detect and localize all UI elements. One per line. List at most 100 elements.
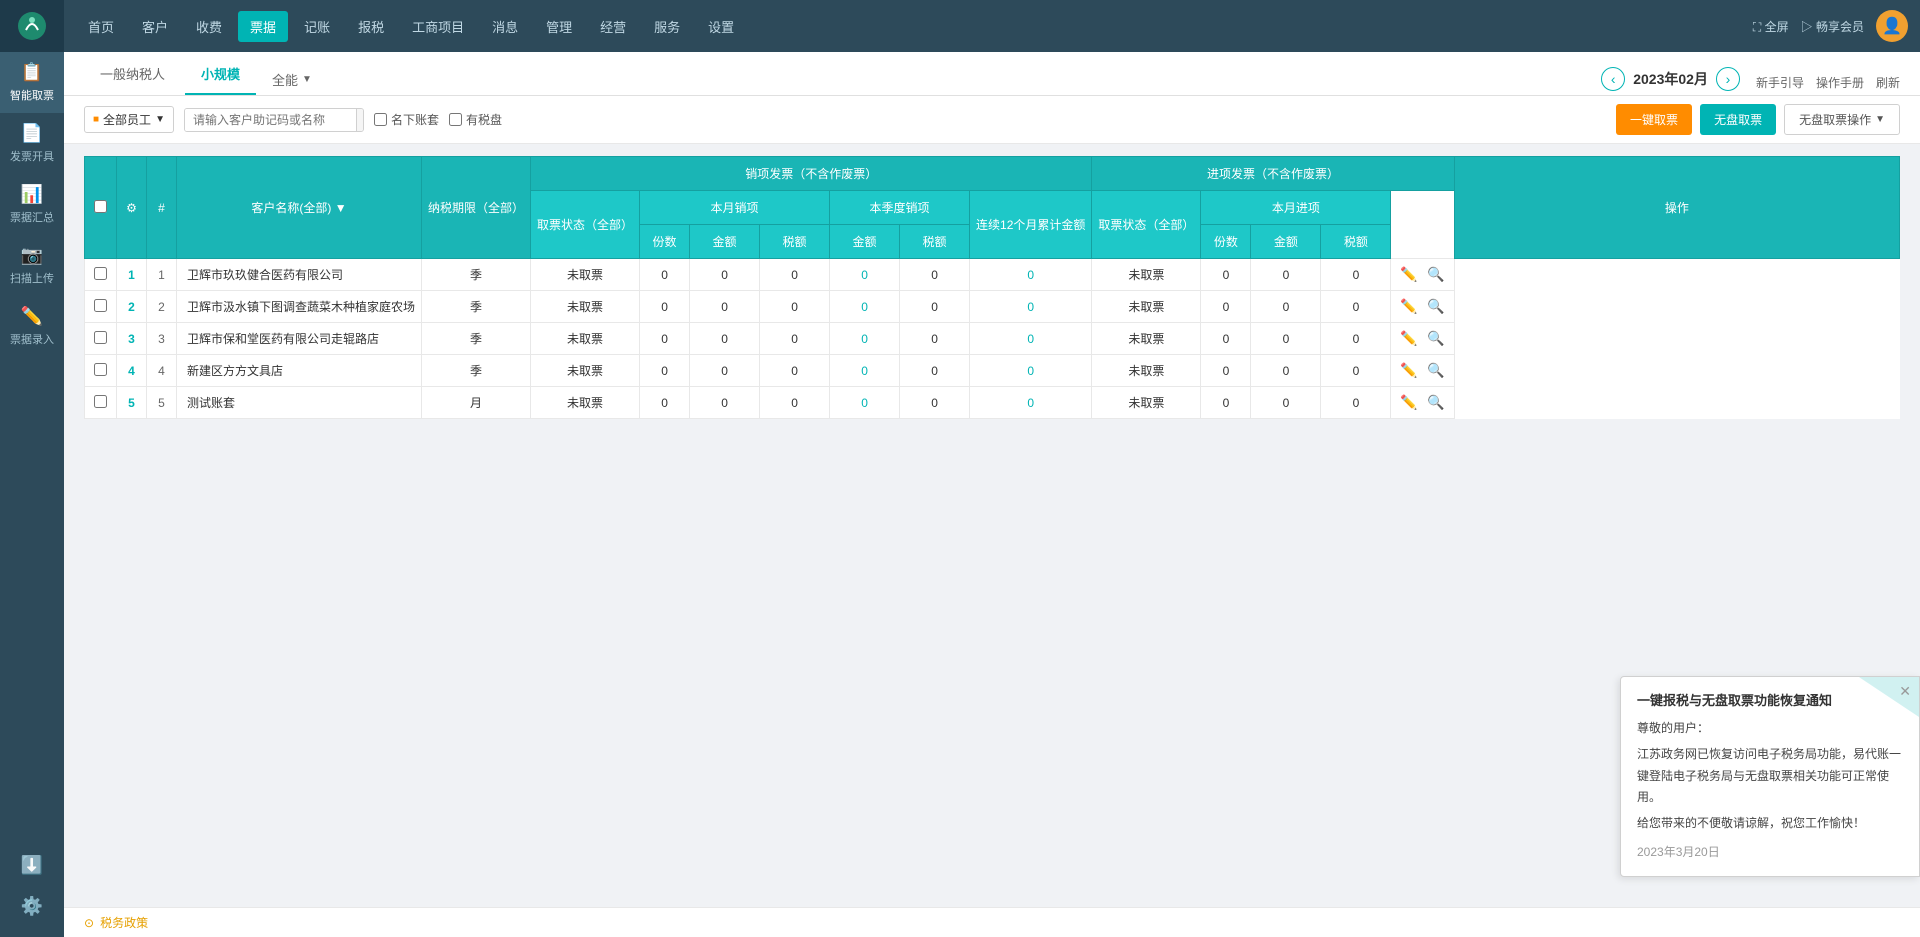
edit-icon[interactable]: ✏️ xyxy=(1400,362,1417,378)
select-all-checkbox[interactable] xyxy=(94,200,107,213)
sidebar-item-scan-upload[interactable]: 📷 扫描上传 xyxy=(0,235,64,296)
row-sales-month-count: 0 xyxy=(640,259,690,291)
row-sales-12m: 0 xyxy=(970,355,1092,387)
th-sales-m-amount: 金额 xyxy=(690,225,760,259)
sidebar-item-smart-ticket[interactable]: 📋 智能取票 xyxy=(0,52,64,113)
sidebar-item-settings[interactable]: ⚙️ xyxy=(0,886,64,927)
row-actions: ✏️ 🔍 xyxy=(1391,355,1454,387)
row-sales-status: 未取票 xyxy=(531,291,640,323)
row-checkbox[interactable] xyxy=(85,259,117,291)
notification-close-btn[interactable]: ✕ xyxy=(1899,683,1911,700)
toolbar: ■ 全部员工 ▼ 🔍 名下账套 有税盘 一键取票 无盘取票 无盘取票操作 xyxy=(64,96,1920,144)
sidebar-item-invoice-issue[interactable]: 📄 发票开具 xyxy=(0,113,64,174)
row-index: 1 xyxy=(117,259,147,291)
th-sales-m-tax: 税额 xyxy=(760,225,830,259)
row-sales-12m: 0 xyxy=(970,291,1092,323)
refresh-btn[interactable]: 刷新 xyxy=(1876,74,1900,91)
search-input[interactable] xyxy=(185,109,356,131)
row-sales-month-count: 0 xyxy=(640,355,690,387)
edit-icon[interactable]: ✏️ xyxy=(1400,266,1417,282)
row-checkbox[interactable] xyxy=(85,387,117,419)
dropdown-icon: ▼ xyxy=(1875,114,1885,125)
next-period-btn[interactable]: › xyxy=(1716,67,1740,91)
view-icon[interactable]: 🔍 xyxy=(1427,362,1444,378)
employee-filter[interactable]: ■ 全部员工 ▼ xyxy=(84,106,174,133)
nav-customer[interactable]: 客户 xyxy=(130,11,180,42)
row-checkbox[interactable] xyxy=(85,291,117,323)
sidebar-item-invoice-summary[interactable]: 📊 票据汇总 xyxy=(0,174,64,235)
nav-ticket[interactable]: 票据 xyxy=(238,11,288,42)
under-account-checkbox[interactable] xyxy=(374,113,387,126)
edit-icon[interactable]: ✏️ xyxy=(1400,394,1417,410)
prev-period-btn[interactable]: ‹ xyxy=(1601,67,1625,91)
nav-home[interactable]: 首页 xyxy=(76,11,126,42)
nav-operation[interactable]: 经营 xyxy=(588,11,638,42)
row-sales-status: 未取票 xyxy=(531,259,640,291)
manual-btn[interactable]: 操作手册 xyxy=(1816,74,1864,91)
edit-icon[interactable]: ✏️ xyxy=(1400,330,1417,346)
row-tax-period: 月 xyxy=(422,387,531,419)
one-click-ticket-btn[interactable]: 一键取票 xyxy=(1616,104,1692,135)
vip-btn[interactable]: ▷ 畅享会员 xyxy=(1801,18,1864,35)
bottom-bar: ⊙ 税务政策 xyxy=(64,907,1920,937)
filter-tax-disk[interactable]: 有税盘 xyxy=(449,111,502,128)
sidebar-bottom: ⬇️ ⚙️ xyxy=(0,845,64,937)
period-nav: ‹ 2023年02月 › xyxy=(1601,67,1740,95)
row-sales-month-tax: 0 xyxy=(760,259,830,291)
row-sales-month-tax: 0 xyxy=(760,387,830,419)
nav-manage[interactable]: 管理 xyxy=(534,11,584,42)
no-disk-ops-btn[interactable]: 无盘取票操作 ▼ xyxy=(1784,104,1900,135)
settings-icon: ⚙️ xyxy=(21,896,43,917)
nav-message[interactable]: 消息 xyxy=(480,11,530,42)
th-sales-m-count: 份数 xyxy=(640,225,690,259)
row-checkbox[interactable] xyxy=(85,323,117,355)
row-sales-12m: 0 xyxy=(970,387,1092,419)
row-checkbox[interactable] xyxy=(85,355,117,387)
tax-policy-icon: ⊙ xyxy=(84,916,94,930)
row-name: 新建区方方文具店 xyxy=(177,355,422,387)
tab-general[interactable]: 一般纳税人 xyxy=(84,54,181,95)
row-purchase-month-count: 0 xyxy=(1201,323,1251,355)
row-purchase-month-amount: 0 xyxy=(1251,355,1321,387)
row-sales-quarter-amount: 0 xyxy=(830,291,900,323)
th-sales-invoice: 销项发票（不含作废票） xyxy=(531,157,1092,191)
view-icon[interactable]: 🔍 xyxy=(1427,330,1444,346)
no-disk-ticket-btn[interactable]: 无盘取票 xyxy=(1700,104,1776,135)
row-actions: ✏️ 🔍 xyxy=(1391,387,1454,419)
user-avatar[interactable]: 👤 xyxy=(1876,10,1908,42)
notification-date: 2023年3月20日 xyxy=(1637,842,1903,864)
download-icon: ⬇️ xyxy=(21,855,43,876)
nav-fee[interactable]: 收费 xyxy=(184,11,234,42)
th-month-sales: 本月销项 xyxy=(640,191,830,225)
tab-small[interactable]: 小规模 xyxy=(185,54,256,95)
filter-under-account[interactable]: 名下账套 xyxy=(374,111,439,128)
row-tax-period: 季 xyxy=(422,259,531,291)
nav-settings[interactable]: 设置 xyxy=(696,11,746,42)
row-tax-period: 季 xyxy=(422,323,531,355)
edit-icon[interactable]: ✏️ xyxy=(1400,298,1417,314)
row-num-display: 5 xyxy=(147,387,177,419)
sidebar-item-download[interactable]: ⬇️ xyxy=(0,845,64,886)
tax-disk-checkbox[interactable] xyxy=(449,113,462,126)
row-purchase-status: 未取票 xyxy=(1092,355,1201,387)
fullscreen-btn[interactable]: ⛶ 全屏 xyxy=(1753,18,1789,35)
row-purchase-month-count: 0 xyxy=(1201,355,1251,387)
new-guide-btn[interactable]: 新手引导 xyxy=(1756,74,1804,91)
nav-tax[interactable]: 报税 xyxy=(346,11,396,42)
th-tax-period: 纳税期限（全部） xyxy=(422,157,531,259)
search-button[interactable]: 🔍 xyxy=(356,109,364,131)
sidebar-item-invoice-entry[interactable]: ✏️ 票据录入 xyxy=(0,296,64,357)
view-icon[interactable]: 🔍 xyxy=(1427,266,1444,282)
nav-accounting[interactable]: 记账 xyxy=(292,11,342,42)
nav-business[interactable]: 工商项目 xyxy=(400,11,476,42)
row-sales-month-tax: 0 xyxy=(760,291,830,323)
view-icon[interactable]: 🔍 xyxy=(1427,394,1444,410)
row-name: 测试账套 xyxy=(177,387,422,419)
th-checkbox[interactable] xyxy=(85,157,117,259)
nav-service[interactable]: 服务 xyxy=(642,11,692,42)
tab-all[interactable]: 全能 ▼ xyxy=(260,64,324,95)
row-sales-quarter-tax: 0 xyxy=(900,387,970,419)
row-index: 2 xyxy=(117,291,147,323)
view-icon[interactable]: 🔍 xyxy=(1427,298,1444,314)
tax-policy-link[interactable]: 税务政策 xyxy=(100,914,148,931)
